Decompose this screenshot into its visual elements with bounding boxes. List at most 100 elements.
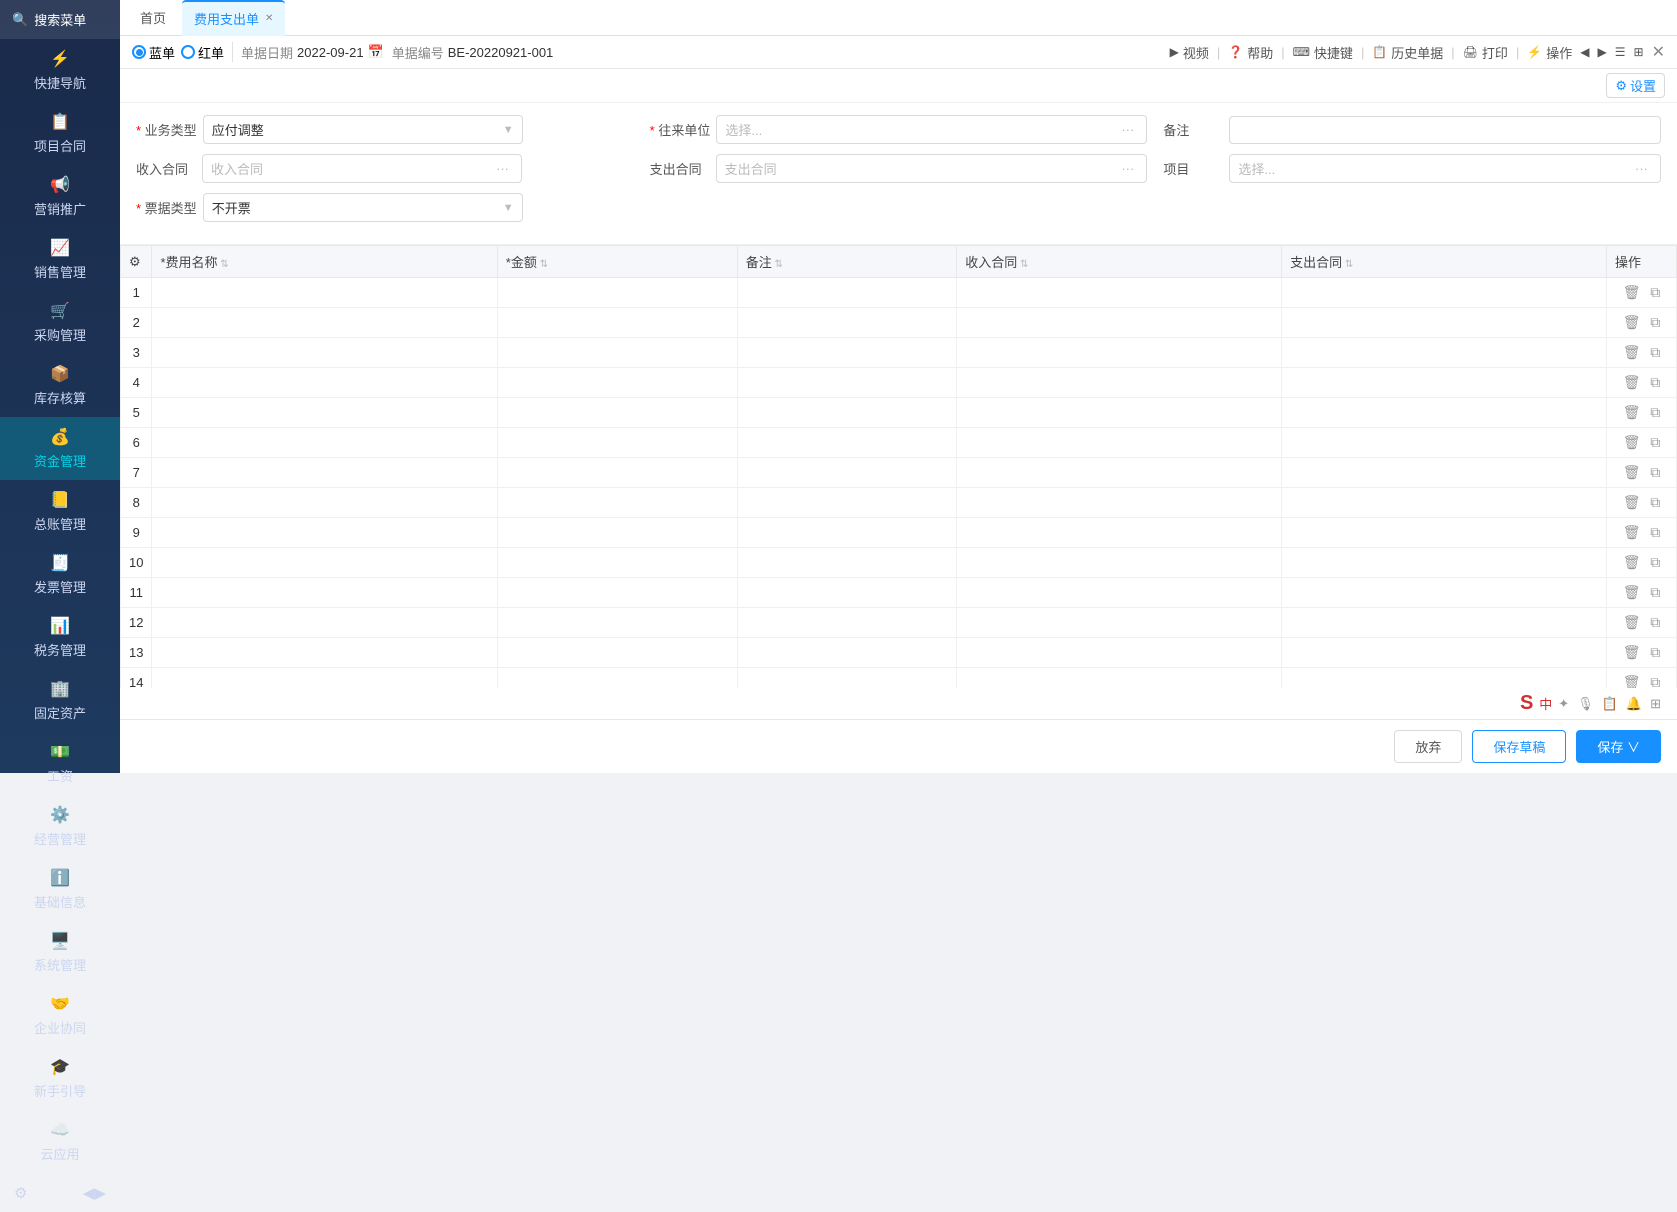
sidebar-item-enterprise[interactable]: 🤝企业协同 [0, 984, 120, 1047]
tab-home[interactable]: 首页 [128, 0, 178, 36]
sidebar-item-invoice-mgmt[interactable]: 🧾发票管理 [0, 543, 120, 606]
cell-expense-contract[interactable] [1282, 458, 1607, 488]
cell-amount[interactable] [497, 608, 737, 638]
cell-income-contract[interactable] [957, 668, 1282, 689]
cell-expense-name[interactable] [152, 278, 497, 308]
sidebar-item-purchase-mgmt[interactable]: 🛒采购管理 [0, 291, 120, 354]
expense-contract-input[interactable]: 支出合同 ··· [716, 154, 1148, 183]
delete-row-btn[interactable]: 🗑 [1623, 374, 1641, 390]
copy-row-btn[interactable]: ⧉ [1650, 584, 1660, 600]
cell-expense-contract[interactable] [1282, 608, 1607, 638]
cell-amount[interactable] [497, 668, 737, 689]
cell-expense-name[interactable] [152, 638, 497, 668]
cell-expense-contract[interactable] [1282, 368, 1607, 398]
col-settings-header[interactable]: ⚙ [121, 246, 152, 278]
sidebar-item-inventory[interactable]: 📦库存核算 [0, 354, 120, 417]
help-btn[interactable]: ❓ 帮助 [1228, 43, 1273, 62]
project-input[interactable]: 选择... ··· [1229, 154, 1661, 183]
tab-close-icon[interactable]: ✕ [265, 13, 273, 24]
copy-row-btn[interactable]: ⧉ [1650, 434, 1660, 450]
copy-row-btn[interactable]: ⧉ [1650, 374, 1660, 390]
copy-row-btn[interactable]: ⧉ [1650, 344, 1660, 360]
volume-icon[interactable]: ◀▶ [83, 1184, 106, 1202]
cell-amount[interactable] [497, 278, 737, 308]
copy-row-btn[interactable]: ⧉ [1650, 614, 1660, 630]
sidebar-item-system-mgmt[interactable]: 🖥️系统管理 [0, 921, 120, 984]
sidebar-item-quick-nav[interactable]: ⚡快捷导航 [0, 39, 120, 102]
window-close-btn[interactable]: ✕ [1652, 42, 1665, 62]
discard-button[interactable]: 放弃 [1394, 730, 1462, 763]
delete-row-btn[interactable]: 🗑 [1623, 464, 1641, 480]
cell-remark[interactable] [737, 578, 957, 608]
nav-next-btn[interactable]: ▶ [1598, 45, 1607, 59]
cell-expense-name[interactable] [152, 308, 497, 338]
sidebar-item-fixed-assets[interactable]: 🏢固定资产 [0, 669, 120, 732]
cell-remark[interactable] [737, 638, 957, 668]
view-list-btn[interactable]: ☰ [1615, 45, 1626, 59]
col-expense-name-header[interactable]: *费用名称 [152, 246, 497, 278]
save-draft-button[interactable]: 保存草稿 [1472, 730, 1566, 763]
cell-expense-name[interactable] [152, 668, 497, 689]
delete-row-btn[interactable]: 🗑 [1623, 494, 1641, 510]
cell-expense-contract[interactable] [1282, 338, 1607, 368]
tab-expense-bill[interactable]: 费用支出单 ✕ [182, 0, 285, 36]
cell-remark[interactable] [737, 458, 957, 488]
business-type-input[interactable]: 应付调整 ▼ [203, 115, 523, 144]
delete-row-btn[interactable]: 🗑 [1623, 614, 1641, 630]
delete-row-btn[interactable]: 🗑 [1623, 434, 1641, 450]
cell-income-contract[interactable] [957, 278, 1282, 308]
copy-row-btn[interactable]: ⧉ [1650, 284, 1660, 300]
copy-row-btn[interactable]: ⧉ [1650, 524, 1660, 540]
cell-amount[interactable] [497, 638, 737, 668]
sidebar-item-marketing[interactable]: 📢营销推广 [0, 165, 120, 228]
cell-expense-name[interactable] [152, 368, 497, 398]
cell-remark[interactable] [737, 308, 957, 338]
cell-income-contract[interactable] [957, 428, 1282, 458]
cell-income-contract[interactable] [957, 368, 1282, 398]
shortcut-btn[interactable]: ⌨ 快捷键 [1293, 43, 1353, 62]
delete-row-btn[interactable]: 🗑 [1623, 554, 1641, 570]
cell-expense-name[interactable] [152, 548, 497, 578]
cell-expense-name[interactable] [152, 338, 497, 368]
history-btn[interactable]: 📋 历史单据 [1372, 43, 1443, 62]
delete-row-btn[interactable]: 🗑 [1623, 404, 1641, 420]
cell-expense-contract[interactable] [1282, 548, 1607, 578]
cell-expense-contract[interactable] [1282, 638, 1607, 668]
cell-income-contract[interactable] [957, 548, 1282, 578]
cell-amount[interactable] [497, 308, 737, 338]
view-grid-btn[interactable]: ⊞ [1634, 45, 1644, 59]
cell-remark[interactable] [737, 548, 957, 578]
cell-remark[interactable] [737, 668, 957, 689]
invoice-type-input[interactable]: 不开票 ▼ [203, 193, 523, 222]
cell-amount[interactable] [497, 488, 737, 518]
cell-income-contract[interactable] [957, 518, 1282, 548]
cell-expense-name[interactable] [152, 518, 497, 548]
settings-icon[interactable]: ⚙ [14, 1184, 27, 1202]
sidebar-item-accounting[interactable]: 📒总账管理 [0, 480, 120, 543]
cell-expense-contract[interactable] [1282, 578, 1607, 608]
expense-contract-more-icon[interactable]: ··· [1117, 161, 1138, 176]
copy-row-btn[interactable]: ⧉ [1650, 404, 1660, 420]
cell-remark[interactable] [737, 338, 957, 368]
sidebar-item-payroll[interactable]: 💵工资 [0, 732, 120, 795]
cell-income-contract[interactable] [957, 398, 1282, 428]
cell-amount[interactable] [497, 398, 737, 428]
cell-remark[interactable] [737, 518, 957, 548]
copy-row-btn[interactable]: ⧉ [1650, 494, 1660, 510]
calendar-icon[interactable]: 📅 [368, 44, 384, 60]
cell-expense-name[interactable] [152, 428, 497, 458]
sidebar-item-cloud-apps[interactable]: ☁️云应用 [0, 1110, 120, 1173]
col-income-contract-header[interactable]: 收入合同 [957, 246, 1282, 278]
cell-amount[interactable] [497, 428, 737, 458]
radio-red[interactable]: 红单 [181, 43, 224, 62]
expense-table-container[interactable]: ⚙ *费用名称 *金额 备注 收入合同 支出合同 操作 1 🗑 [120, 245, 1677, 688]
income-contract-input[interactable]: 收入合同 ··· [202, 154, 522, 183]
cell-expense-name[interactable] [152, 458, 497, 488]
cell-expense-contract[interactable] [1282, 398, 1607, 428]
cell-income-contract[interactable] [957, 608, 1282, 638]
cell-income-contract[interactable] [957, 578, 1282, 608]
delete-row-btn[interactable]: 🗑 [1623, 584, 1641, 600]
copy-row-btn[interactable]: ⧉ [1650, 644, 1660, 660]
print-btn[interactable]: 🖨 打印 [1463, 43, 1508, 62]
col-amount-header[interactable]: *金额 [497, 246, 737, 278]
